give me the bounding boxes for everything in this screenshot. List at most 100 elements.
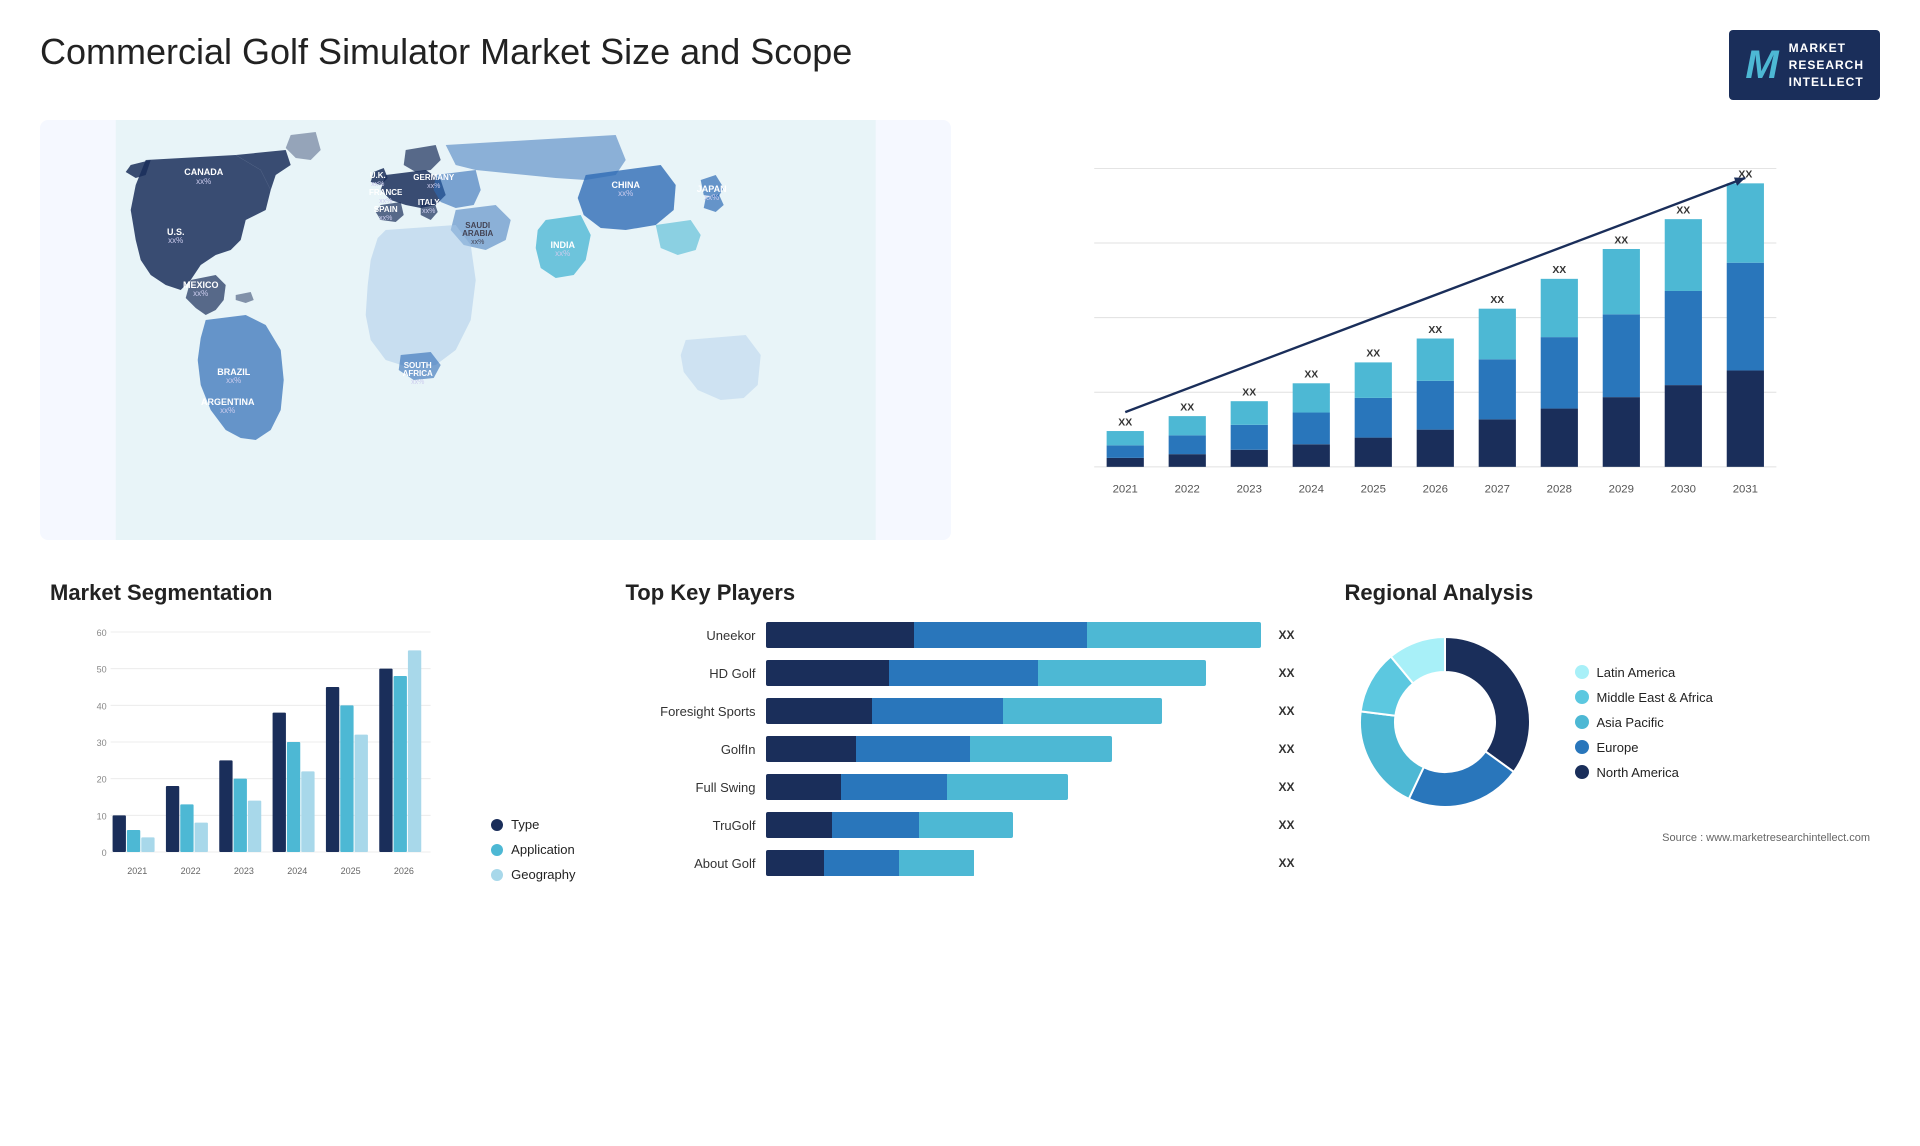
player-bar-wrap <box>766 698 1261 724</box>
svg-text:40: 40 <box>97 702 107 712</box>
svg-text:xx%: xx% <box>379 198 392 205</box>
regional-dot <box>1575 690 1589 704</box>
player-bar <box>766 736 1113 762</box>
svg-text:xx%: xx% <box>193 289 208 298</box>
player-row: HD GolfXX <box>626 660 1295 686</box>
player-bar-wrap <box>766 660 1261 686</box>
player-bar-segment <box>899 850 974 876</box>
svg-text:xx%: xx% <box>411 379 424 386</box>
svg-text:2023: 2023 <box>234 866 254 876</box>
svg-text:2025: 2025 <box>1361 484 1386 496</box>
players-section: Top Key Players UneekorXXHD GolfXXForesi… <box>616 570 1305 898</box>
svg-text:xx%: xx% <box>555 249 570 258</box>
regional-legend-item: Latin America <box>1575 665 1713 680</box>
player-bar-segment <box>856 736 970 762</box>
regional-legend: Latin America Middle East & Africa Asia Pa… <box>1575 665 1713 780</box>
player-bar-wrap <box>766 774 1261 800</box>
svg-text:2026: 2026 <box>394 866 414 876</box>
svg-text:10: 10 <box>97 812 107 822</box>
segmentation-chart-area: 6050403020100202120222023202420252026 Ty… <box>50 622 576 882</box>
svg-text:0: 0 <box>102 848 107 858</box>
svg-text:ITALY: ITALY <box>418 198 440 207</box>
regional-legend-item: Middle East & Africa <box>1575 690 1713 705</box>
svg-text:xx%: xx% <box>226 376 241 385</box>
player-bar-segment <box>872 698 1003 724</box>
player-bar <box>766 660 1206 686</box>
player-name: Uneekor <box>626 628 756 643</box>
donut-wrap: Latin America Middle East & Africa Asia Pa… <box>1345 622 1871 822</box>
svg-text:2023: 2023 <box>1237 484 1262 496</box>
player-xx-label: XX <box>1279 628 1295 642</box>
svg-text:xx%: xx% <box>168 236 183 245</box>
legend-label: Type <box>511 817 539 832</box>
player-bar-segment <box>947 774 1068 800</box>
player-xx-label: XX <box>1279 666 1295 680</box>
legend-dot <box>491 844 503 856</box>
donut-segment <box>1360 712 1424 800</box>
player-bar-wrap <box>766 622 1261 648</box>
svg-text:AFRICA: AFRICA <box>403 369 433 378</box>
player-name: GolfIn <box>626 742 756 757</box>
svg-text:xx%: xx% <box>422 208 435 215</box>
svg-text:xx%: xx% <box>196 177 211 186</box>
player-bar-segment <box>766 774 842 800</box>
svg-text:FRANCE: FRANCE <box>369 188 403 197</box>
map-container: CANADA xx% U.S. xx% MEXICO xx% BRAZIL xx… <box>40 120 951 540</box>
bar-chart-container: XX2021XX2022XX2023XX2024XX2025XX2026XX20… <box>971 120 1880 540</box>
svg-text:XX: XX <box>1181 403 1195 414</box>
donut-chart <box>1345 622 1545 822</box>
segmentation-legend: TypeApplicationGeography <box>491 817 575 882</box>
legend-item: Type <box>491 817 575 832</box>
svg-text:SPAIN: SPAIN <box>374 205 398 214</box>
svg-text:2024: 2024 <box>287 866 307 876</box>
svg-text:xx%: xx% <box>379 215 392 222</box>
legend-label: Geography <box>511 867 575 882</box>
svg-text:2021: 2021 <box>1113 484 1138 496</box>
svg-text:2031: 2031 <box>1733 484 1758 496</box>
player-xx-label: XX <box>1279 780 1295 794</box>
svg-text:xx%: xx% <box>618 189 633 198</box>
regional-legend-item: Europe <box>1575 740 1713 755</box>
svg-text:XX: XX <box>1119 418 1133 429</box>
player-row: Full SwingXX <box>626 774 1295 800</box>
segmentation-chart: 6050403020100202120222023202420252026 <box>50 622 471 882</box>
player-name: Foresight Sports <box>626 704 756 719</box>
player-bar <box>766 622 1261 648</box>
player-bar-segment <box>766 812 833 838</box>
legend-dot <box>491 869 503 881</box>
svg-text:2026: 2026 <box>1423 484 1448 496</box>
regional-legend-item: Asia Pacific <box>1575 715 1713 730</box>
svg-text:20: 20 <box>97 775 107 785</box>
page-title: Commercial Golf Simulator Market Size an… <box>40 30 852 73</box>
bar-chart-inner: XX2021XX2022XX2023XX2024XX2025XX2026XX20… <box>1021 140 1850 500</box>
svg-text:GERMANY: GERMANY <box>413 173 455 182</box>
svg-text:50: 50 <box>97 665 107 675</box>
svg-text:2025: 2025 <box>341 866 361 876</box>
regional-label: Europe <box>1597 740 1639 755</box>
svg-text:xx%: xx% <box>471 239 484 246</box>
player-row: Foresight SportsXX <box>626 698 1295 724</box>
player-bar-segment <box>766 622 915 648</box>
regional-label: North America <box>1597 765 1679 780</box>
header: Commercial Golf Simulator Market Size an… <box>40 30 1880 100</box>
svg-text:2030: 2030 <box>1671 484 1696 496</box>
segmentation-title: Market Segmentation <box>50 580 576 606</box>
logo-letter: M <box>1745 45 1778 85</box>
player-name: About Golf <box>626 856 756 871</box>
regional-dot <box>1575 765 1589 779</box>
svg-text:XX: XX <box>1429 325 1443 336</box>
player-row: GolfIn XX <box>626 736 1295 762</box>
svg-text:XX: XX <box>1677 206 1691 217</box>
player-bar-segment <box>766 698 873 724</box>
bar-chart-svg: XX2021XX2022XX2023XX2024XX2025XX2026XX20… <box>1021 140 1850 500</box>
player-bar-segment <box>919 812 1013 838</box>
player-bar <box>766 774 1069 800</box>
players-title: Top Key Players <box>626 580 1295 606</box>
svg-text:2028: 2028 <box>1547 484 1572 496</box>
player-bar-segment <box>1038 660 1205 686</box>
player-bar-segment <box>970 736 1112 762</box>
player-xx-label: XX <box>1279 742 1295 756</box>
player-bar-segment <box>1087 622 1260 648</box>
regional-dot <box>1575 665 1589 679</box>
legend-dot <box>491 819 503 831</box>
